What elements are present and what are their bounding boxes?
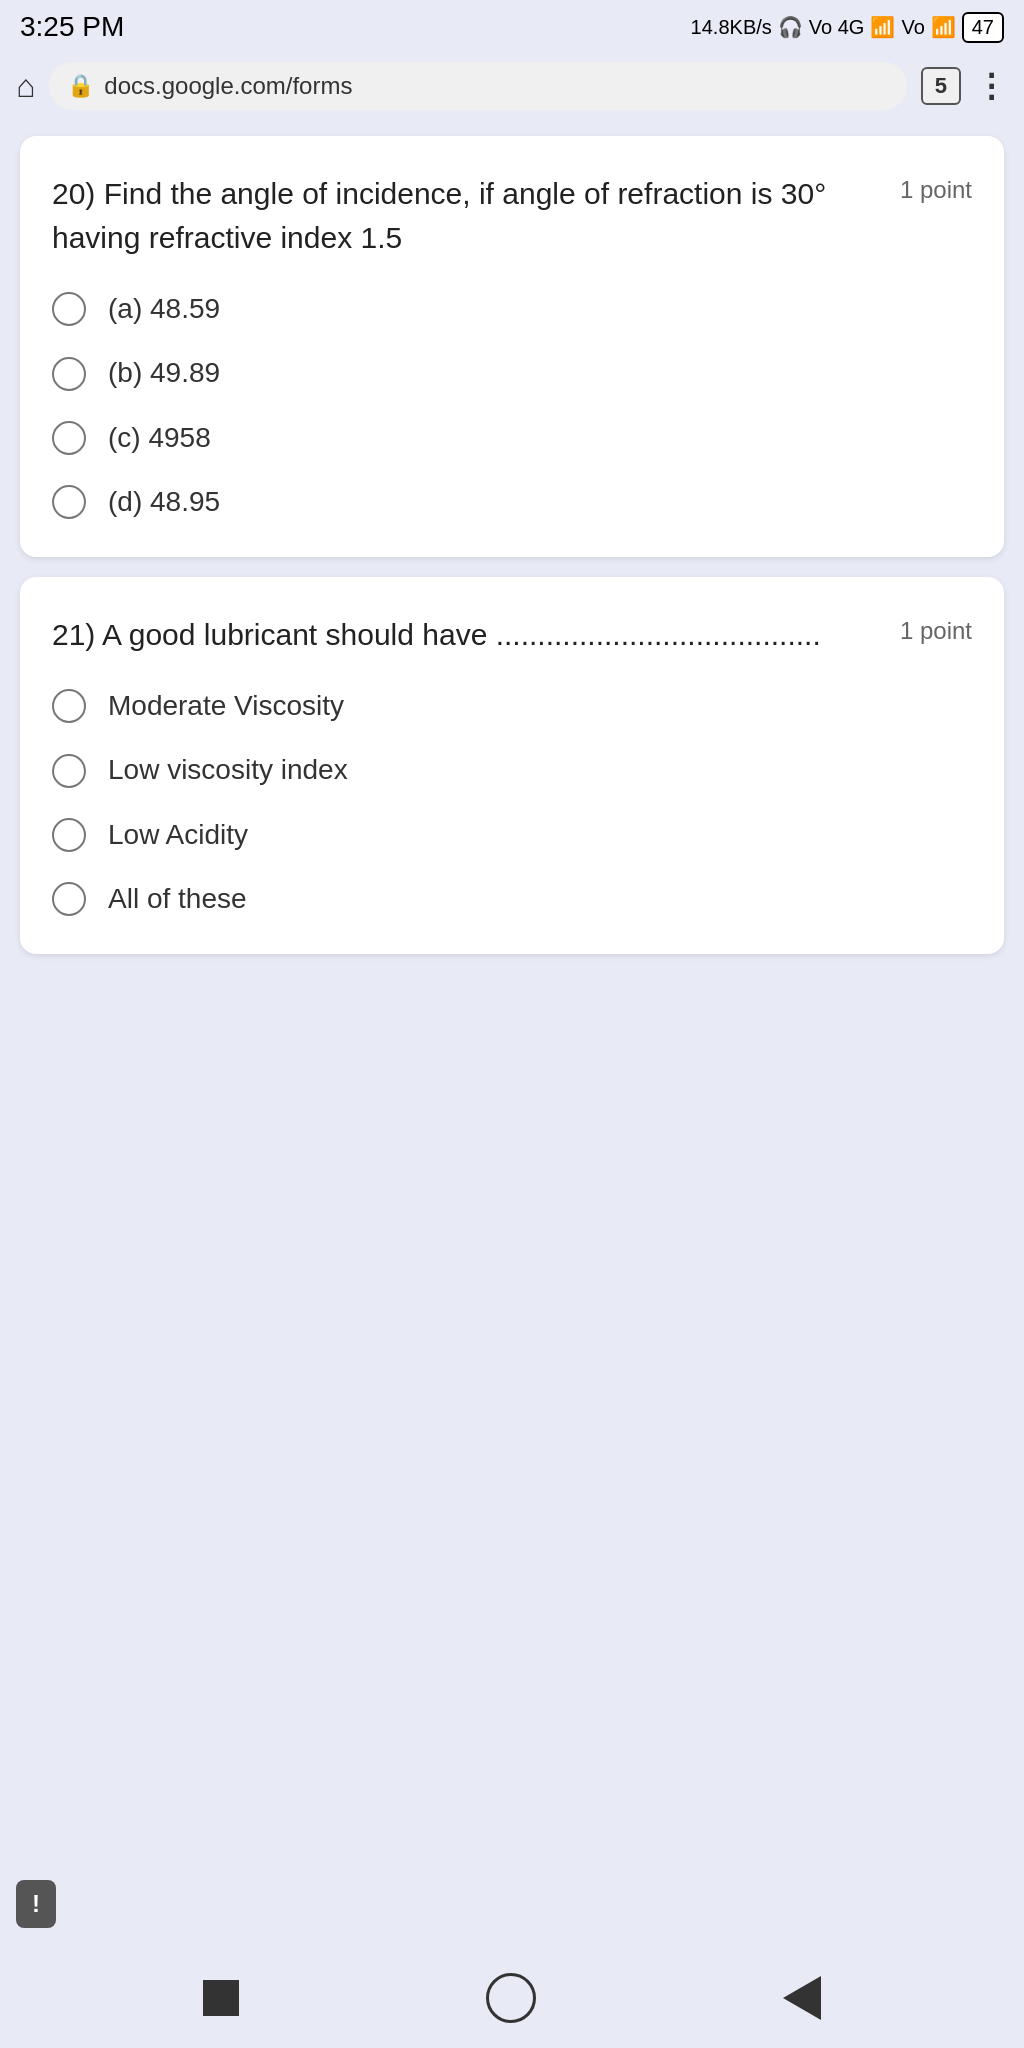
network-icon: Vo 4G <box>809 16 865 39</box>
nav-square-button[interactable] <box>203 1980 239 2016</box>
question-20-text: 20) Find the angle of incidence, if angl… <box>52 172 900 259</box>
question-21-points: 1 point <box>900 613 972 645</box>
option-q20d[interactable]: (d) 48.95 <box>52 484 972 520</box>
option-q20b-label: (b) 49.89 <box>108 355 220 391</box>
radio-q21b[interactable] <box>52 754 86 788</box>
question-20-card: 20) Find the angle of incidence, if angl… <box>20 136 1004 557</box>
signal-bars-2: 📶 <box>931 15 956 39</box>
option-q21d-label: All of these <box>108 881 247 917</box>
feedback-button[interactable]: ! <box>16 1880 56 1928</box>
nav-home-button[interactable] <box>486 1973 536 2023</box>
status-icons: 14.8KB/s 🎧 Vo 4G 📶 Vo 📶 47 <box>691 12 1004 43</box>
lock-icon: 🔒 <box>67 73 94 99</box>
option-q20c-label: (c) 4958 <box>108 420 211 456</box>
question-21-body: A good lubricant should have ...........… <box>102 618 821 651</box>
option-q21a[interactable]: Moderate Viscosity <box>52 688 972 724</box>
question-20-points: 1 point <box>900 172 972 204</box>
status-time: 3:25 PM <box>20 11 124 43</box>
radio-q20b[interactable] <box>52 357 86 391</box>
option-q20b[interactable]: (b) 49.89 <box>52 355 972 391</box>
radio-q21d[interactable] <box>52 882 86 916</box>
option-q20c[interactable]: (c) 4958 <box>52 420 972 456</box>
radio-q20a[interactable] <box>52 292 86 326</box>
nav-back-button[interactable] <box>783 1976 821 2020</box>
question-21-options: Moderate Viscosity Low viscosity index L… <box>52 688 972 918</box>
option-q21a-label: Moderate Viscosity <box>108 688 344 724</box>
network-icon-2: Vo <box>901 16 924 39</box>
home-button[interactable]: ⌂ <box>16 68 35 105</box>
option-q20a-label: (a) 48.59 <box>108 291 220 327</box>
address-bar[interactable]: 🔒 docs.google.com/forms <box>49 62 906 110</box>
question-21-text: 21) A good lubricant should have .......… <box>52 613 900 657</box>
question-20-number: 20) <box>52 177 95 210</box>
tab-count[interactable]: 5 <box>921 67 961 105</box>
option-q21b[interactable]: Low viscosity index <box>52 752 972 788</box>
url-text: docs.google.com/forms <box>104 72 888 100</box>
question-20-body: Find the angle of incidence, if angle of… <box>52 177 826 254</box>
question-21-header: 21) A good lubricant should have .......… <box>52 613 972 657</box>
signal-bars: 📶 <box>870 15 895 39</box>
option-q21c[interactable]: Low Acidity <box>52 817 972 853</box>
radio-q21a[interactable] <box>52 689 86 723</box>
option-q21b-label: Low viscosity index <box>108 752 348 788</box>
radio-q20c[interactable] <box>52 421 86 455</box>
signal-icon: 🎧 <box>778 15 803 39</box>
bottom-nav <box>0 1948 1024 2048</box>
battery-indicator: 47 <box>962 12 1004 43</box>
question-20-options: (a) 48.59 (b) 49.89 (c) 4958 (d) 48.95 <box>52 291 972 521</box>
option-q21d[interactable]: All of these <box>52 881 972 917</box>
radio-q20d[interactable] <box>52 485 86 519</box>
browser-bar: ⌂ 🔒 docs.google.com/forms 5 ⋮ <box>0 52 1024 120</box>
question-20-header: 20) Find the angle of incidence, if angl… <box>52 172 972 259</box>
status-bar: 3:25 PM 14.8KB/s 🎧 Vo 4G 📶 Vo 📶 47 <box>0 0 1024 52</box>
content-area: 20) Find the angle of incidence, if angl… <box>0 120 1024 970</box>
more-options-button[interactable]: ⋮ <box>975 67 1008 105</box>
speed-indicator: 14.8KB/s <box>691 16 772 39</box>
radio-q21c[interactable] <box>52 818 86 852</box>
option-q21c-label: Low Acidity <box>108 817 248 853</box>
question-21-number: 21) <box>52 618 95 651</box>
question-21-card: 21) A good lubricant should have .......… <box>20 577 1004 954</box>
option-q20a[interactable]: (a) 48.59 <box>52 291 972 327</box>
option-q20d-label: (d) 48.95 <box>108 484 220 520</box>
